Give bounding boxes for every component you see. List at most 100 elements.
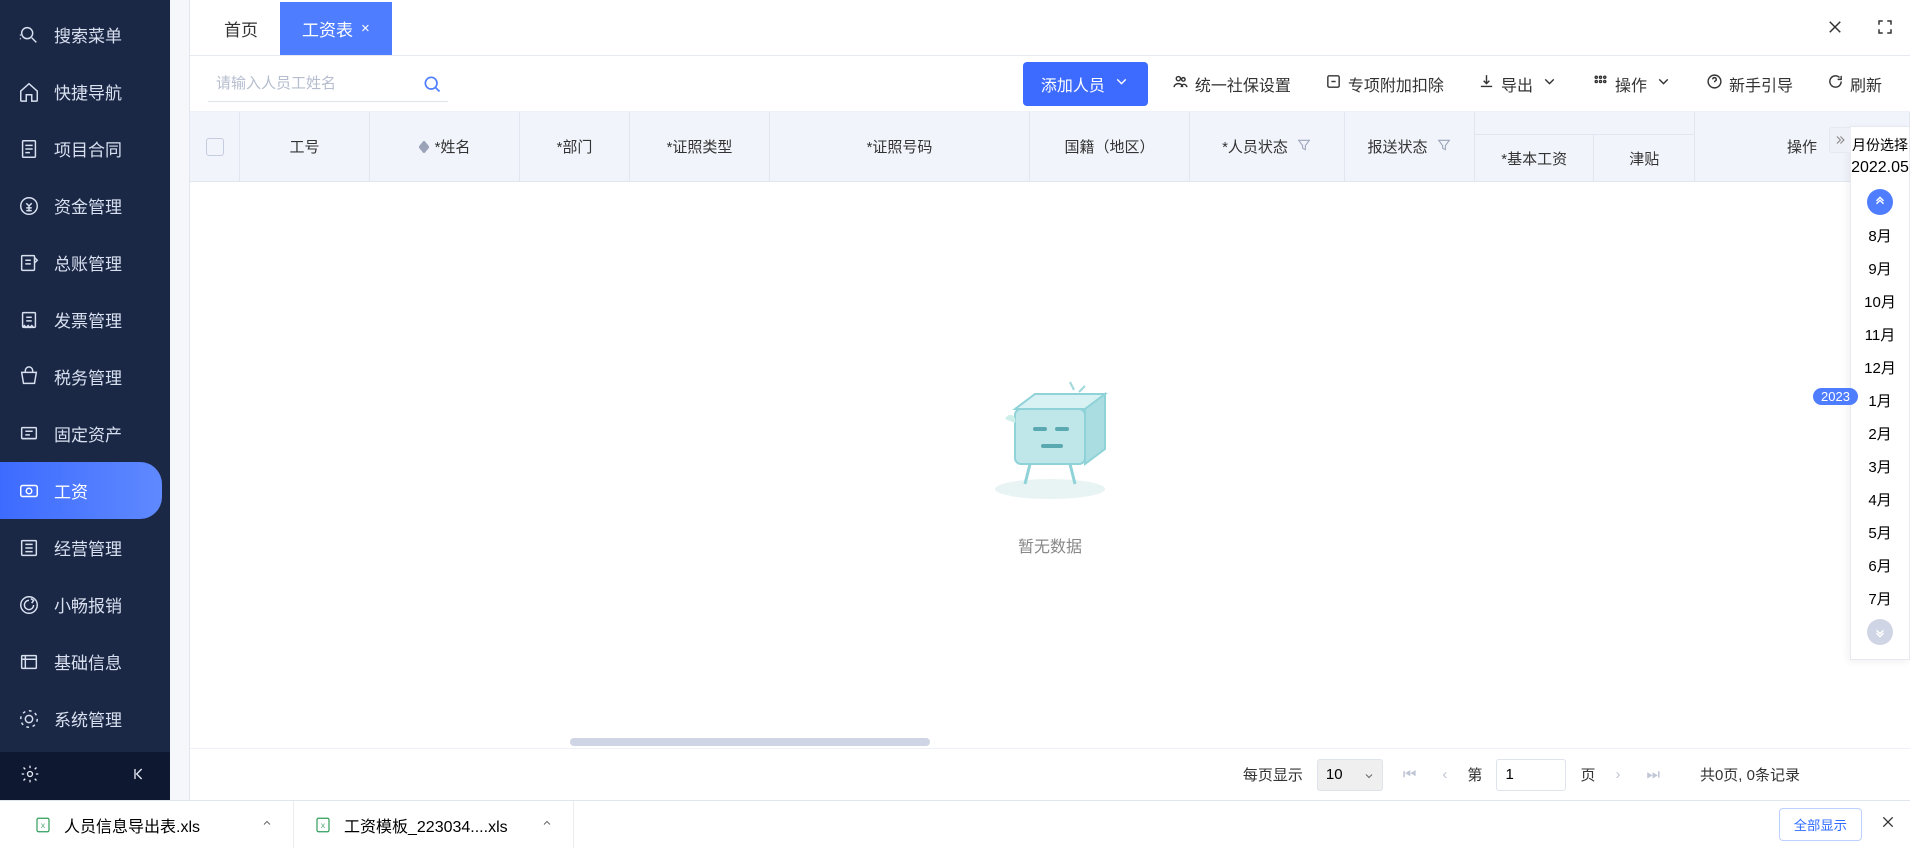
collapse-sidebar-icon[interactable] [130, 764, 150, 789]
export-button[interactable]: 导出 [1468, 66, 1568, 102]
search-icon[interactable] [422, 74, 442, 99]
month-option[interactable]: 8月 [1851, 219, 1909, 252]
next-page-button[interactable]: › [1609, 766, 1626, 783]
col-ryzt[interactable]: *人员状态 [1190, 112, 1345, 182]
close-tab-button[interactable] [1816, 8, 1854, 46]
chevron-down-icon [1363, 769, 1375, 786]
sidebar-item-funds[interactable]: 资金管理 [0, 177, 170, 234]
empty-illustration [975, 364, 1125, 509]
filter-icon[interactable] [1428, 137, 1452, 157]
sidebar-item-general-ledger[interactable]: 总账管理 [0, 234, 170, 291]
chevron-up-icon[interactable] [261, 816, 273, 834]
refresh-button[interactable]: 刷新 [1817, 66, 1892, 102]
operations-button[interactable]: 操作 [1582, 66, 1682, 102]
scrollbar-thumb[interactable] [570, 738, 930, 746]
month-option[interactable]: 11月 [1851, 318, 1909, 351]
sidebar-collapse-strip[interactable] [170, 0, 190, 800]
table-header: 工号 *姓名 *部门 *证照类型 *证照号码 国籍（地区） *人员状态 报送状态 [190, 112, 1910, 182]
download-bar: X 人员信息导出表.xls X 工资模板_223034....xls 全部显示 [0, 800, 1910, 848]
checkbox-icon[interactable] [206, 138, 224, 156]
month-picker-collapse[interactable] [1829, 127, 1851, 153]
settings-icon[interactable] [20, 764, 40, 789]
column-label: *人员状态 [1222, 136, 1288, 157]
xls-file-icon: X [314, 816, 332, 834]
column-label: 操作 [1787, 136, 1817, 157]
sidebar-item-fixed-assets[interactable]: 固定资产 [0, 405, 170, 462]
col-xingming[interactable]: *姓名 [370, 112, 520, 182]
sidebar-item-system[interactable]: 系统管理 [0, 690, 170, 747]
sidebar-item-label: 系统管理 [54, 706, 122, 731]
month-picker: 月份选择 2022.05 8月 9月 10月 11月 12月 2023 1月 2… [1850, 126, 1910, 660]
show-all-downloads-button[interactable]: 全部显示 [1779, 808, 1862, 841]
ledger-icon [18, 252, 40, 274]
button-label: 全部显示 [1794, 818, 1847, 833]
month-option[interactable]: 2月 [1851, 417, 1909, 450]
col-jibengongzi[interactable]: *基本工资 [1475, 135, 1594, 181]
col-gonghao[interactable]: 工号 [240, 112, 370, 182]
employee-search-input[interactable] [208, 66, 448, 102]
tax-icon [18, 366, 40, 388]
social-settings-button[interactable]: 统一社保设置 [1162, 66, 1301, 102]
tab-home[interactable]: 首页 [202, 2, 280, 55]
sidebar-item-search-menu[interactable]: 搜索菜单 [0, 6, 170, 63]
month-option[interactable]: 10月 [1851, 285, 1909, 318]
filter-icon[interactable] [1288, 137, 1312, 157]
sidebar-item-biz-mgmt[interactable]: 经营管理 [0, 519, 170, 576]
month-option[interactable]: 12月 [1851, 351, 1909, 384]
guide-button[interactable]: 新手引导 [1696, 66, 1803, 102]
col-jintie[interactable]: 津贴 [1594, 135, 1694, 181]
deduction-icon [1325, 73, 1342, 95]
toolbar: 添加人员 统一社保设置 专项附加扣除 导出 操作 [190, 56, 1910, 112]
download-item[interactable]: X 工资模板_223034....xls [294, 801, 574, 848]
people-icon [1172, 73, 1189, 95]
main-content: 首页 工资表 × 添加人员 统一社保设置 专项附加扣除 [190, 0, 1910, 800]
add-person-button[interactable]: 添加人员 [1023, 62, 1148, 106]
col-zzlx[interactable]: *证照类型 [630, 112, 770, 182]
sidebar-item-invoice[interactable]: 发票管理 [0, 291, 170, 348]
month-option[interactable]: 9月 [1851, 252, 1909, 285]
month-scroll-down[interactable] [1867, 619, 1893, 645]
col-guoji[interactable]: 国籍（地区） [1030, 112, 1190, 182]
chevron-down-icon [1113, 73, 1130, 95]
button-label: 操作 [1615, 72, 1647, 96]
tab-gongzibiao[interactable]: 工资表 × [280, 2, 392, 55]
column-label: 报送状态 [1367, 136, 1427, 157]
column-label: *证照类型 [667, 136, 733, 157]
month-scroll-up[interactable] [1867, 189, 1893, 215]
sidebar-item-label: 资金管理 [54, 193, 122, 218]
close-download-bar[interactable] [1880, 814, 1896, 835]
month-option[interactable]: 6月 [1851, 549, 1909, 582]
special-deduction-button[interactable]: 专项附加扣除 [1315, 66, 1454, 102]
first-page-button[interactable]: ⏮ [1397, 766, 1423, 783]
chevron-up-icon[interactable] [541, 816, 553, 834]
sidebar-item-salary[interactable]: 工资 [0, 462, 162, 519]
sidebar-item-base-info[interactable]: 基础信息 [0, 633, 170, 690]
prev-page-button[interactable]: ‹ [1436, 766, 1453, 783]
last-page-button[interactable]: ⏭ [1640, 766, 1666, 783]
sidebar-item-tax[interactable]: 税务管理 [0, 348, 170, 405]
download-item[interactable]: X 人员信息导出表.xls [14, 801, 294, 848]
month-option[interactable]: 5月 [1851, 516, 1909, 549]
col-bumen[interactable]: *部门 [520, 112, 630, 182]
fullscreen-button[interactable] [1866, 8, 1904, 46]
per-page-label: 每页显示 [1243, 764, 1303, 785]
sort-icon[interactable] [419, 141, 429, 153]
month-option[interactable]: 3月 [1851, 450, 1909, 483]
col-zzhm[interactable]: *证照号码 [770, 112, 1030, 182]
page-number-input[interactable] [1496, 759, 1566, 791]
month-option[interactable]: 2023 1月 [1851, 384, 1909, 417]
salary-icon [18, 480, 40, 502]
select-all-header[interactable] [190, 112, 240, 182]
col-bszt[interactable]: 报送状态 [1345, 112, 1475, 182]
sidebar-item-reimburse[interactable]: 小畅报销 [0, 576, 170, 633]
sidebar-item-project-contract[interactable]: 项目合同 [0, 120, 170, 177]
sidebar-item-label: 经营管理 [54, 535, 122, 560]
month-option[interactable]: 7月 [1851, 582, 1909, 615]
month-option[interactable]: 4月 [1851, 483, 1909, 516]
horizontal-scrollbar[interactable] [190, 738, 1910, 748]
sidebar-item-quicknav[interactable]: 快捷导航 [0, 63, 170, 120]
tab-close-icon[interactable]: × [361, 20, 370, 37]
sidebar: 搜索菜单 快捷导航 项目合同 资金管理 总账管理 发票管理 [0, 0, 170, 800]
tab-label: 首页 [224, 16, 258, 41]
per-page-select[interactable]: 10 [1317, 759, 1383, 791]
